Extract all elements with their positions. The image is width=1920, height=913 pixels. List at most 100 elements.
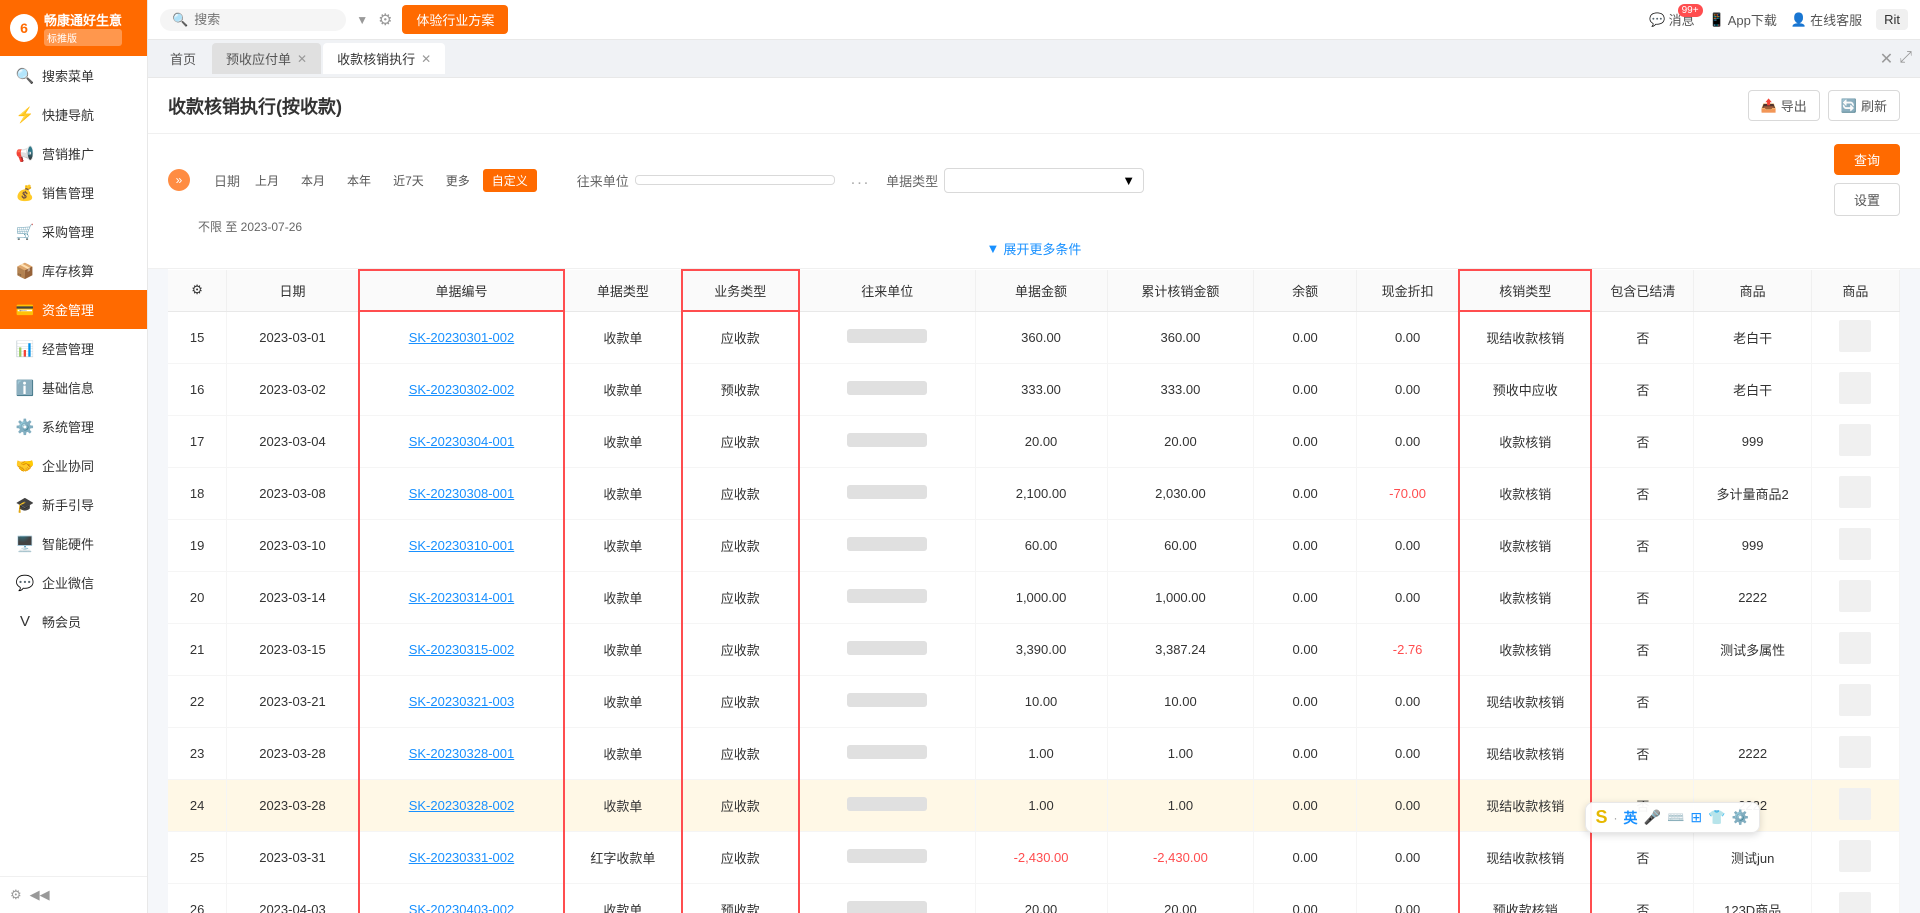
- docno-link[interactable]: SK-20230328-002: [409, 798, 515, 813]
- member-icon: V: [16, 613, 34, 631]
- app-download-button[interactable]: 📱 App下载: [1709, 10, 1777, 29]
- sidebar-item-basic[interactable]: ℹ️基础信息: [0, 368, 147, 407]
- docno-link[interactable]: SK-20230308-001: [409, 486, 515, 501]
- toggle-filter-button[interactable]: »: [168, 169, 190, 191]
- setting-button[interactable]: 设置: [1834, 183, 1900, 216]
- search-input[interactable]: [194, 12, 334, 27]
- sidebar-item-label-hardware: 智能硬件: [42, 534, 94, 553]
- query-button[interactable]: 查询: [1834, 144, 1900, 175]
- cell-cumamt: 20.00: [1107, 883, 1254, 913]
- th-discount[interactable]: 现金折扣: [1357, 270, 1460, 311]
- sidebar-item-member[interactable]: V畅会员: [0, 602, 147, 641]
- cell-biztype: 应收款: [682, 727, 799, 779]
- tab-close-prepay[interactable]: ✕: [297, 52, 307, 66]
- th-cleartype[interactable]: 核销类型: [1459, 270, 1591, 311]
- dropdown-arrow-icon[interactable]: ▼: [356, 13, 368, 27]
- more-options-icon[interactable]: ...: [851, 171, 870, 189]
- cell-cleartype: 预收中应收: [1459, 363, 1591, 415]
- partner-select[interactable]: [635, 175, 835, 185]
- doctype-select[interactable]: ▼: [944, 168, 1144, 193]
- user-avatar[interactable]: Rit: [1876, 9, 1908, 30]
- tab-prepay[interactable]: 预收应付单✕: [212, 43, 321, 74]
- search-wrap[interactable]: 🔍: [160, 9, 346, 31]
- watermark-keyboard-icon[interactable]: ⌨️: [1667, 809, 1684, 826]
- docno-link[interactable]: SK-20230310-001: [409, 538, 515, 553]
- cell-cumamt: 333.00: [1107, 363, 1254, 415]
- settings-icon[interactable]: ⚙: [10, 887, 22, 903]
- watermark-gear-icon[interactable]: ⚙️: [1732, 809, 1749, 826]
- expand-filter-button[interactable]: ▼ 展开更多条件: [168, 239, 1900, 258]
- cell-amount: 360.00: [975, 311, 1107, 363]
- tab-home[interactable]: 首页: [156, 43, 210, 74]
- watermark-mic-icon[interactable]: 🎤: [1644, 809, 1661, 826]
- date-btn-this-year[interactable]: 本年: [338, 169, 380, 192]
- watermark-grid-icon[interactable]: ⊞: [1690, 809, 1702, 826]
- th-partner[interactable]: 往来单位: [799, 270, 975, 311]
- date-btn-custom[interactable]: 自定义: [483, 169, 537, 192]
- sidebar-item-hardware[interactable]: 🖥️智能硬件: [0, 524, 147, 563]
- th-balance[interactable]: 余额: [1254, 270, 1357, 311]
- tab-clearexec[interactable]: 收款核销执行✕: [323, 43, 445, 74]
- watermark-shirt-icon[interactable]: 👕: [1708, 809, 1725, 826]
- docno-link[interactable]: SK-20230403-002: [409, 902, 515, 913]
- sidebar-item-corp[interactable]: 🤝企业协同: [0, 446, 147, 485]
- cell-discount: 0.00: [1357, 415, 1460, 467]
- th-docno[interactable]: 单据编号: [359, 270, 564, 311]
- sidebar-item-finance[interactable]: 💳资金管理: [0, 290, 147, 329]
- cell-amount: 20.00: [975, 883, 1107, 913]
- cell-img: [1811, 779, 1899, 831]
- th-doctype[interactable]: 单据类型: [564, 270, 681, 311]
- docno-link[interactable]: SK-20230328-001: [409, 746, 515, 761]
- cell-date: 2023-03-31: [227, 831, 359, 883]
- docno-link[interactable]: SK-20230315-002: [409, 642, 515, 657]
- th-date[interactable]: 日期: [227, 270, 359, 311]
- th-incl[interactable]: 包含已结清: [1591, 270, 1694, 311]
- cell-docno: SK-20230302-002: [359, 363, 564, 415]
- docno-link[interactable]: SK-20230301-002: [409, 330, 515, 345]
- th-cumamt[interactable]: 累计核销金额: [1107, 270, 1254, 311]
- tabbar: 首页预收应付单✕收款核销执行✕✕⤢: [148, 40, 1920, 78]
- th-goods1[interactable]: 商品: [1694, 270, 1811, 311]
- cell-goods: 测试多属性: [1694, 623, 1811, 675]
- th-biztype[interactable]: 业务类型: [682, 270, 799, 311]
- message-button[interactable]: 💬 消息 99+: [1649, 10, 1694, 29]
- th-goods2[interactable]: 商品: [1811, 270, 1899, 311]
- docno-link[interactable]: SK-20230331-002: [409, 850, 515, 865]
- collapse-icon[interactable]: ◀◀: [30, 887, 50, 903]
- cell-partner: [799, 311, 975, 363]
- th-amount[interactable]: 单据金额: [975, 270, 1107, 311]
- date-btn-more[interactable]: 更多: [437, 169, 479, 192]
- topbar: 🔍 ▼ ⚙ 体验行业方案 💬 消息 99+ 📱 App下载 👤 在线客服 Rit: [148, 0, 1920, 40]
- cell-cleartype: 收款核销: [1459, 571, 1591, 623]
- sidebar-item-quick[interactable]: ⚡快捷导航: [0, 95, 147, 134]
- th-settings[interactable]: ⚙: [168, 270, 227, 311]
- topbar-gear-icon[interactable]: ⚙: [378, 10, 392, 30]
- close-tab-icon[interactable]: ✕: [1880, 49, 1893, 69]
- sidebar-item-guide[interactable]: 🎓新手引导: [0, 485, 147, 524]
- maximize-icon[interactable]: ⤢: [1899, 49, 1912, 69]
- export-button[interactable]: 📤 导出: [1748, 90, 1820, 121]
- cell-amount: 2,100.00: [975, 467, 1107, 519]
- refresh-button[interactable]: 🔄 刷新: [1828, 90, 1900, 121]
- docno-link[interactable]: SK-20230302-002: [409, 382, 515, 397]
- sidebar-item-sales[interactable]: 💰销售管理: [0, 173, 147, 212]
- sidebar-item-system[interactable]: ⚙️系统管理: [0, 407, 147, 446]
- docno-link[interactable]: SK-20230314-001: [409, 590, 515, 605]
- sidebar-item-inventory[interactable]: 📦库存核算: [0, 251, 147, 290]
- sidebar-item-search[interactable]: 🔍搜索菜单: [0, 56, 147, 95]
- tab-close-clearexec[interactable]: ✕: [421, 52, 431, 66]
- date-btn-last-month[interactable]: 上月: [246, 169, 288, 192]
- sidebar-item-operation[interactable]: 📊经营管理: [0, 329, 147, 368]
- table-row: 18 2023-03-08 SK-20230308-001 收款单 应收款 2,…: [168, 467, 1900, 519]
- sidebar-item-purchase[interactable]: 🛒采购管理: [0, 212, 147, 251]
- sidebar-item-marketing[interactable]: 📢营销推广: [0, 134, 147, 173]
- docno-link[interactable]: SK-20230304-001: [409, 434, 515, 449]
- date-btn-this-month[interactable]: 本月: [292, 169, 334, 192]
- docno-link[interactable]: SK-20230321-003: [409, 694, 515, 709]
- solution-button[interactable]: 体验行业方案: [402, 5, 508, 34]
- date-btn-7days[interactable]: 近7天: [384, 169, 433, 192]
- online-service-button[interactable]: 👤 在线客服: [1791, 10, 1862, 29]
- cell-cumamt: 10.00: [1107, 675, 1254, 727]
- sidebar-item-wechat[interactable]: 💬企业微信: [0, 563, 147, 602]
- main-area: 🔍 ▼ ⚙ 体验行业方案 💬 消息 99+ 📱 App下载 👤 在线客服 Rit…: [148, 0, 1920, 913]
